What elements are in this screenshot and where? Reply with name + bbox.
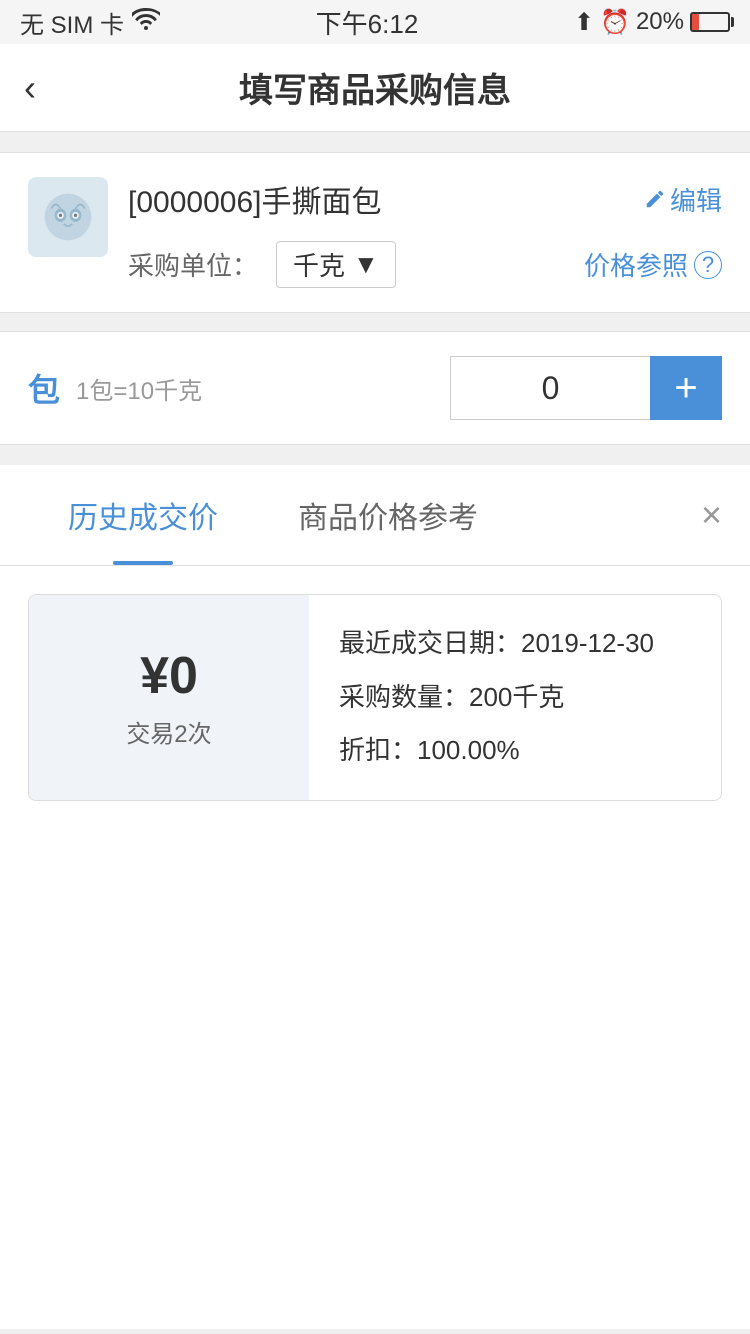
dropdown-icon: ▼: [353, 249, 379, 280]
page-title: 填写商品采购信息: [239, 63, 511, 112]
history-trades: 交易2次: [126, 714, 211, 749]
close-button[interactable]: ×: [701, 494, 722, 536]
unit-bag-icon: 包: [28, 365, 60, 411]
battery-percent: 20%: [636, 8, 684, 36]
discount-row: 折扣：100.00%: [339, 730, 691, 772]
product-thumbnail: [28, 177, 108, 257]
quantity-section: 包 1包=10千克 +: [0, 331, 750, 445]
location-icon: ⬆: [574, 8, 594, 37]
tab-price-reference[interactable]: 商品价格参考: [258, 465, 518, 565]
alarm-icon: ⏰: [600, 8, 630, 37]
history-price: ¥0: [140, 646, 198, 706]
help-icon: ?: [694, 251, 722, 279]
product-info: [0000006]手撕面包 编辑 采购单位： 千克 ▼ 价格参照 ?: [128, 177, 722, 288]
signal-icon: 无 SIM 卡: [20, 5, 124, 40]
history-price-panel: ¥0 交易2次: [29, 595, 309, 800]
history-card: ¥0 交易2次 最近成交日期：2019-12-30 采购数量：200千克 折扣：…: [28, 594, 722, 801]
quantity-input[interactable]: [450, 356, 650, 420]
history-details-panel: 最近成交日期：2019-12-30 采购数量：200千克 折扣：100.00%: [309, 595, 721, 800]
status-left: 无 SIM 卡: [20, 5, 160, 40]
status-bar: 无 SIM 卡 下午6:12 ⬆ ⏰ 20%: [0, 0, 750, 44]
unit-conversion-label: 1包=10千克: [76, 371, 202, 406]
status-right: ⬆ ⏰ 20%: [574, 8, 730, 37]
price-reference-button[interactable]: 价格参照 ?: [584, 246, 722, 283]
nav-bar: ‹ 填写商品采购信息: [0, 44, 750, 132]
unit-label: 采购单位：: [128, 246, 258, 283]
purchase-qty-row: 采购数量：200千克: [339, 677, 691, 719]
product-name: [0000006]手撕面包: [128, 177, 381, 221]
recent-date-row: 最近成交日期：2019-12-30: [339, 623, 691, 665]
divider: [0, 313, 750, 329]
unit-select[interactable]: 千克 ▼: [276, 241, 396, 288]
history-content: ¥0 交易2次 最近成交日期：2019-12-30 采购数量：200千克 折扣：…: [0, 566, 750, 829]
wifi-icon: [132, 8, 160, 37]
back-button[interactable]: ‹: [24, 67, 36, 109]
battery-icon: [690, 12, 730, 32]
tab-history-price[interactable]: 历史成交价: [28, 465, 258, 565]
bottom-area: [0, 829, 750, 1329]
product-card: [0000006]手撕面包 编辑 采购单位： 千克 ▼ 价格参照 ?: [0, 152, 750, 313]
tab-header: 历史成交价 商品价格参考 ×: [0, 465, 750, 566]
status-time: 下午6:12: [316, 4, 419, 41]
quantity-plus-button[interactable]: +: [650, 356, 722, 420]
tab-section: 历史成交价 商品价格参考 × ¥0 交易2次 最近成交日期：2019-12-30…: [0, 465, 750, 829]
quantity-input-group: +: [450, 356, 722, 420]
edit-button[interactable]: 编辑: [644, 181, 722, 218]
